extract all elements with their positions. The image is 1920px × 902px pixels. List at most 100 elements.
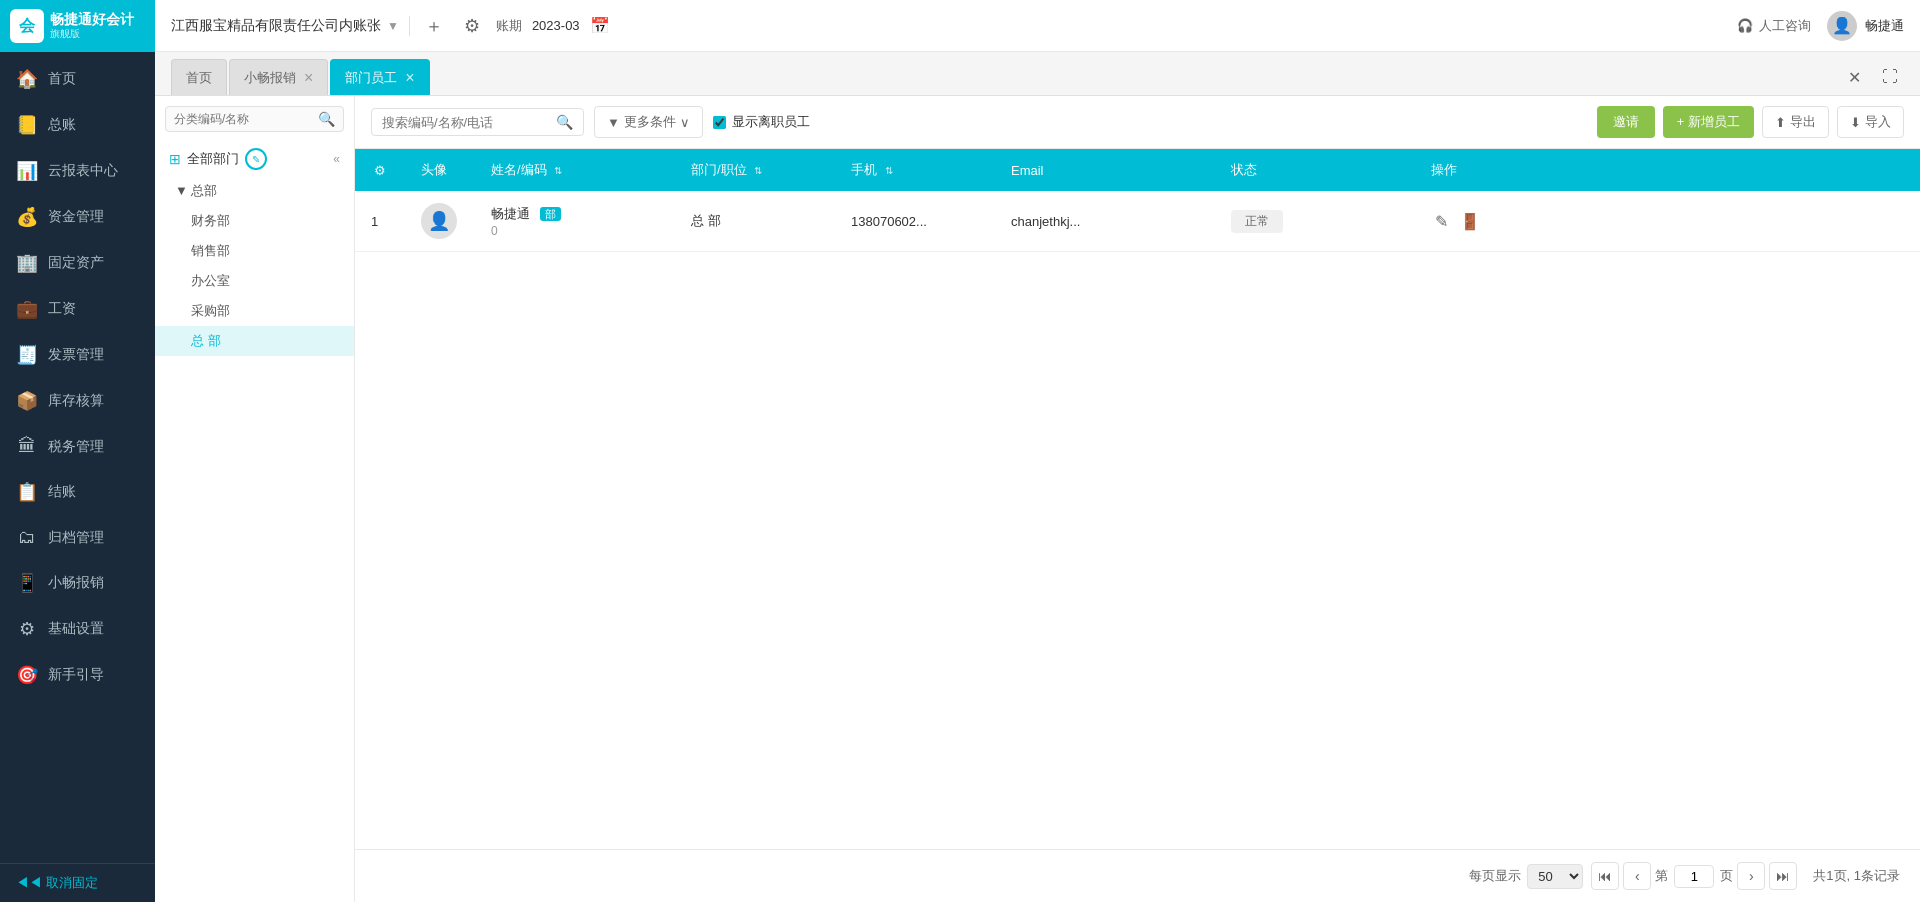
reports-icon: 📊 — [16, 160, 38, 182]
user-info[interactable]: 👤 畅捷通 — [1827, 11, 1904, 41]
unpin-button[interactable]: ◀◀ 取消固定 — [0, 863, 155, 902]
invoice-icon: 🧾 — [16, 344, 38, 366]
col-phone[interactable]: 手机 ⇅ — [835, 149, 995, 191]
tabbar: 首页 小畅报销 × 部门员工 × ✕ ⛶ — [155, 52, 1920, 96]
employee-search-box[interactable]: 🔍 — [371, 108, 584, 136]
sidebar-label-settings: 基础设置 — [48, 620, 104, 638]
grid-icon: ⊞ — [169, 151, 181, 167]
employee-search-input[interactable] — [382, 115, 550, 130]
page-navigation: ⏮ ‹ 第 页 › ⏭ — [1591, 862, 1797, 890]
sidebar-item-home[interactable]: 🏠 首页 — [0, 56, 155, 102]
invite-button[interactable]: 邀请 — [1597, 106, 1655, 138]
name-sort-icon[interactable]: ⇅ — [554, 165, 562, 176]
tree-search-input[interactable] — [174, 112, 312, 126]
prev-page-button[interactable]: ‹ — [1623, 862, 1651, 890]
sidebar-item-xiaochang[interactable]: 📱 小畅报销 — [0, 560, 155, 606]
all-departments[interactable]: ⊞ 全部部门 ✎ « — [159, 142, 350, 176]
calendar-icon[interactable]: 📅 — [590, 16, 610, 35]
sidebar-item-tax[interactable]: 🏛 税务管理 — [0, 424, 155, 469]
sidebar-item-salary[interactable]: 💼 工资 — [0, 286, 155, 332]
root-dept-label: 全部部门 — [187, 150, 239, 168]
row-avatar: 👤 — [405, 191, 475, 252]
tab-home[interactable]: 首页 — [171, 59, 227, 95]
col-dept[interactable]: 部门/职位 ⇅ — [675, 149, 835, 191]
sidebar-item-guide[interactable]: 🎯 新手引导 — [0, 652, 155, 698]
first-page-button[interactable]: ⏮ — [1591, 862, 1619, 890]
export-icon: ⬆ — [1775, 115, 1786, 130]
settings-gear-button[interactable]: ⚙ — [458, 12, 486, 40]
collapse-tree-button[interactable]: « — [333, 152, 340, 166]
table-settings-icon[interactable]: ⚙ — [374, 163, 386, 178]
toolbar-right: 邀请 + 新增员工 ⬆ 导出 ⬇ 导入 — [1597, 106, 1904, 138]
tab-expand-button[interactable]: ⛶ — [1876, 63, 1904, 91]
sidebar-item-assets[interactable]: 🏢 固定资产 — [0, 240, 155, 286]
export-button[interactable]: ⬆ 导出 — [1762, 106, 1829, 138]
page-input-group: 第 页 — [1655, 865, 1733, 888]
sidebar-item-invoice[interactable]: 🧾 发票管理 — [0, 332, 155, 378]
support-label: 人工咨询 — [1759, 17, 1811, 35]
col-name[interactable]: 姓名/编码 ⇅ — [475, 149, 675, 191]
sidebar-item-settings[interactable]: ⚙ 基础设置 — [0, 606, 155, 652]
period-value: 2023-03 — [532, 18, 580, 33]
employee-search-icon[interactable]: 🔍 — [556, 114, 573, 130]
sidebar-item-ledger[interactable]: 📒 总账 — [0, 102, 155, 148]
dept-node-finance[interactable]: 财务部 — [155, 206, 354, 236]
sidebar-label-ledger: 总账 — [48, 116, 76, 134]
per-page-selector[interactable]: 每页显示 50 10 20 100 — [1469, 864, 1583, 889]
row-phone: 138070602... — [835, 191, 995, 252]
sidebar-item-reports[interactable]: 📊 云报表中心 — [0, 148, 155, 194]
filter-chevron-icon: ∨ — [680, 115, 690, 130]
edit-employee-button[interactable]: ✎ — [1431, 210, 1452, 233]
next-page-button[interactable]: › — [1737, 862, 1765, 890]
phone-sort-icon[interactable]: ⇅ — [885, 165, 893, 176]
table-row: 1 👤 畅捷通 部 0 — [355, 191, 1920, 252]
row-status: 正常 — [1215, 191, 1415, 252]
dept-node-sales[interactable]: 销售部 — [155, 236, 354, 266]
dept-node-general[interactable]: 总 部 — [155, 326, 354, 356]
add-employee-label: + 新增员工 — [1677, 113, 1740, 131]
tree-search-box[interactable]: 🔍 — [165, 106, 344, 132]
col-avatar: 头像 — [405, 149, 475, 191]
sidebar-item-settle[interactable]: 📋 结账 — [0, 469, 155, 515]
employee-email: chanjethkj... — [1011, 214, 1080, 229]
add-employee-button[interactable]: + 新增员工 — [1663, 106, 1754, 138]
tab-xiaochang-close[interactable]: × — [304, 69, 313, 87]
sidebar-item-funds[interactable]: 💰 资金管理 — [0, 194, 155, 240]
chevron-down-icon: ▼ — [387, 19, 399, 33]
edit-dept-button[interactable]: ✎ — [245, 148, 267, 170]
archive-icon: 🗂 — [16, 527, 38, 548]
sidebar-item-archive[interactable]: 🗂 归档管理 — [0, 515, 155, 560]
show-resigned-checkbox[interactable] — [713, 116, 726, 129]
import-button[interactable]: ⬇ 导入 — [1837, 106, 1904, 138]
support-button[interactable]: 🎧 人工咨询 — [1737, 17, 1811, 35]
company-selector[interactable]: 江西服宝精品有限责任公司内账张 ▼ — [171, 17, 399, 35]
sidebar-item-inventory[interactable]: 📦 库存核算 — [0, 378, 155, 424]
page-body: 🔍 ⊞ 全部部门 ✎ « ▼ 总部 财务部 销售部 办公室 采购部 总 部 🔍 — [155, 96, 1920, 902]
dept-sort-icon[interactable]: ⇅ — [754, 165, 762, 176]
tab-dept-employee[interactable]: 部门员工 × — [330, 59, 429, 95]
dept-node-headquarters[interactable]: ▼ 总部 — [155, 176, 354, 206]
tab-home-label: 首页 — [186, 69, 212, 87]
last-page-button[interactable]: ⏭ — [1769, 862, 1797, 890]
row-actions: ✎ 🚪 — [1415, 191, 1920, 252]
employee-code: 0 — [491, 224, 498, 238]
more-filter-button[interactable]: ▼ 更多条件 ∨ — [594, 106, 703, 138]
tax-icon: 🏛 — [16, 436, 38, 457]
dept-node-office[interactable]: 办公室 — [155, 266, 354, 296]
col-settings[interactable]: ⚙ — [355, 149, 405, 191]
ledger-icon: 📒 — [16, 114, 38, 136]
per-page-select[interactable]: 50 10 20 100 — [1527, 864, 1583, 889]
tab-dept-close[interactable]: × — [405, 69, 414, 87]
tab-xiaochang[interactable]: 小畅报销 × — [229, 59, 328, 95]
delete-employee-button[interactable]: 🚪 — [1456, 210, 1484, 233]
page-number-input[interactable] — [1674, 865, 1714, 888]
dept-node-purchase[interactable]: 采购部 — [155, 296, 354, 326]
add-button[interactable]: ＋ — [420, 12, 448, 40]
tree-search-icon[interactable]: 🔍 — [318, 111, 335, 127]
tab-close-all-button[interactable]: ✕ — [1840, 63, 1868, 91]
page-total-label: 共1页, 1条记录 — [1813, 867, 1900, 885]
logo-text-block: 畅捷通好会计 旗舰版 — [50, 11, 134, 42]
sidebar-label-guide: 新手引导 — [48, 666, 104, 684]
show-resigned-toggle[interactable]: 显示离职员工 — [713, 113, 810, 131]
sidebar-label-archive: 归档管理 — [48, 529, 104, 547]
